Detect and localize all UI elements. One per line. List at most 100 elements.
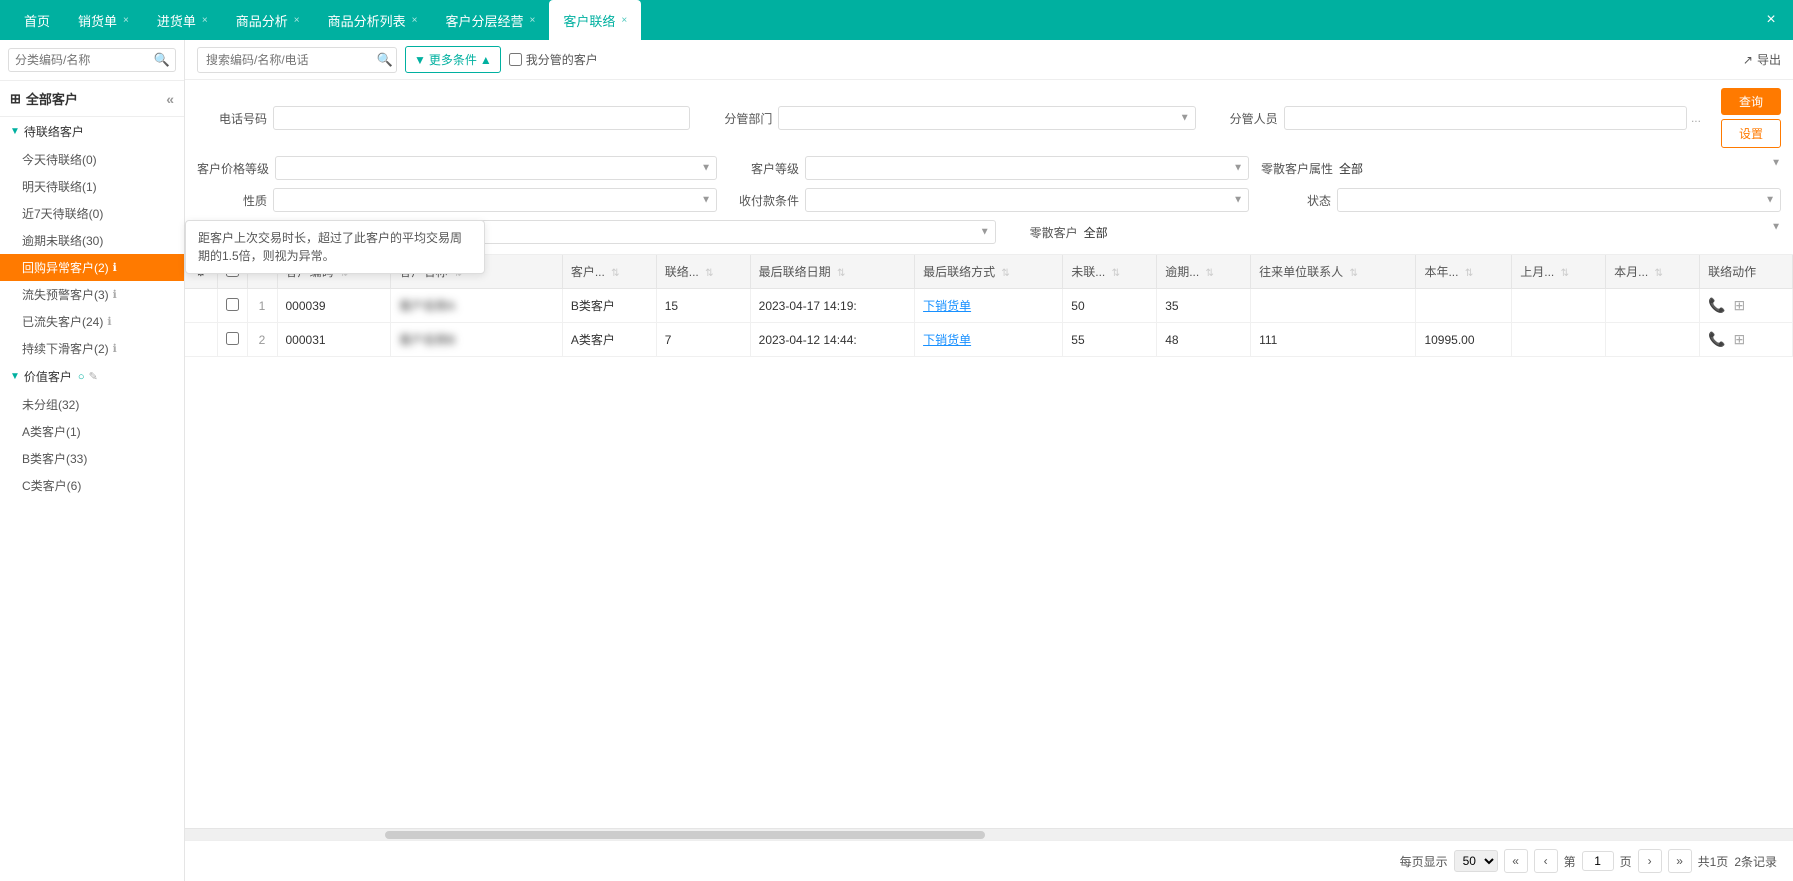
sidebar-item-declining[interactable]: 持续下滑客户(2) ℹ — [0, 335, 184, 362]
filter-nature-select[interactable] — [273, 188, 717, 212]
col-level[interactable]: 客户... ⇅ — [562, 255, 656, 289]
filter-more-btn[interactable]: ▼ 更多条件 ▲ — [405, 46, 501, 73]
row1-action-phone-icon[interactable]: 📞 — [1708, 297, 1725, 314]
filter-row-2: 客户价格等级 ▼ 客户等级 ▼ 零散客户属性 全部 — [197, 156, 1781, 180]
col-last-contact-method[interactable]: 最后联络方式 ⇅ — [915, 255, 1063, 289]
filter-cust-level-select[interactable] — [805, 156, 1249, 180]
sidebar-item-unclassified[interactable]: 未分组(32) — [0, 391, 184, 418]
col-last-contact-date[interactable]: 最后联络日期 ⇅ — [750, 255, 914, 289]
col-contact-sort: ⇅ — [705, 268, 713, 279]
window-close-button[interactable]: × — [1759, 8, 1783, 32]
filter-field-phone: 电话号码 — [197, 106, 690, 130]
page-unit: 页 — [1620, 853, 1632, 870]
sidebar-item-churned[interactable]: 已流失客户(24) ℹ — [0, 308, 184, 335]
filter-price-level-select[interactable] — [275, 156, 717, 180]
sidebar-item-c-class[interactable]: C类客户(6) — [0, 472, 184, 499]
row1-index: 1 — [247, 289, 277, 323]
col-uncontacted[interactable]: 未联... ⇅ — [1063, 255, 1157, 289]
tab-customer-layer-close[interactable]: × — [529, 15, 535, 26]
filter-search-input[interactable] — [197, 47, 397, 73]
sidebar-item-overdue[interactable]: 逾期未联络(30) — [0, 227, 184, 254]
export-button[interactable]: ↗ 导出 — [1743, 51, 1781, 68]
sidebar: 🔍 ⊞ 全部客户 « ▼ 待联络客户 今天待联络(0) 明天待联络(1) 近7天… — [0, 40, 185, 881]
col-this-year[interactable]: 本年... ⇅ — [1416, 255, 1512, 289]
row2-last-method[interactable]: 下销货单 — [915, 323, 1063, 357]
row2-method-link[interactable]: 下销货单 — [923, 333, 971, 347]
last-page-btn[interactable]: » — [1668, 849, 1692, 873]
tab-analysis-close[interactable]: × — [294, 15, 300, 26]
row1-select-checkbox[interactable] — [226, 298, 239, 311]
tooltip-box: 距客户上次交易时长，超过了此客户的平均交易周期的1.5倍，则视为异常。 — [185, 220, 485, 274]
horizontal-scrollbar-thumb[interactable] — [385, 831, 985, 839]
sidebar-item-today[interactable]: 今天待联络(0) — [0, 146, 184, 173]
row2-select-checkbox[interactable] — [226, 332, 239, 345]
prev-page-btn[interactable]: ‹ — [1534, 849, 1558, 873]
row2-settings — [185, 323, 217, 357]
filter-scatter-cust-arrow: ▼ — [1771, 221, 1781, 232]
settings-button[interactable]: 设置 — [1721, 119, 1781, 148]
page-label: 第 — [1564, 853, 1576, 870]
tab-analysis-list-close[interactable]: × — [412, 15, 418, 26]
row2-checkbox — [217, 323, 247, 357]
sidebar-item-repurchase-info-icon: ℹ — [113, 261, 117, 274]
col-last-month[interactable]: 上月... ⇅ — [1512, 255, 1606, 289]
row2-overdue: 48 — [1157, 323, 1251, 357]
sidebar-item-tomorrow[interactable]: 明天待联络(1) — [0, 173, 184, 200]
row1-method-link[interactable]: 下销货单 — [923, 299, 971, 313]
filter-status-select[interactable] — [1337, 188, 1781, 212]
row1-last-method[interactable]: 下销货单 — [915, 289, 1063, 323]
sidebar-value-edit-icon[interactable]: ✎ — [89, 370, 98, 383]
row1-unit-contact — [1251, 289, 1416, 323]
row2-action-phone-icon[interactable]: 📞 — [1708, 331, 1725, 348]
tab-sales-close[interactable]: × — [123, 15, 129, 26]
next-page-btn[interactable]: › — [1638, 849, 1662, 873]
tab-analysis-list[interactable]: 商品分析列表 × — [314, 0, 432, 40]
tab-sales[interactable]: 销货单 × — [64, 0, 143, 40]
filter-person-input[interactable] — [1284, 106, 1687, 130]
page-input[interactable] — [1582, 851, 1614, 871]
content-area: 🔍 ▼ 更多条件 ▲ 我分管的客户 ↗ 导出 电话号码 — [185, 40, 1793, 881]
sidebar-item-a-class[interactable]: A类客户(1) — [0, 418, 184, 445]
tab-purchase[interactable]: 进货单 × — [143, 0, 222, 40]
filter-dept-select[interactable] — [778, 106, 1195, 130]
sidebar-item-7days[interactable]: 近7天待联络(0) — [0, 200, 184, 227]
tab-customer-contact[interactable]: 客户联络 × — [549, 0, 641, 40]
sidebar-collapse-btn[interactable]: « — [166, 91, 174, 107]
filter-row-1: 电话号码 分管部门 ▼ 分管人员 ... — [197, 88, 1781, 148]
filter-payment-select[interactable] — [805, 188, 1249, 212]
per-page-select[interactable]: 50 — [1454, 850, 1498, 872]
tab-home[interactable]: 首页 — [10, 0, 64, 40]
sidebar-item-churn-warning[interactable]: 流失预警客户(3) ℹ — [0, 281, 184, 308]
tab-analysis[interactable]: 商品分析 × — [222, 0, 314, 40]
row1-level: B类客户 — [562, 289, 656, 323]
query-button[interactable]: 查询 — [1721, 88, 1781, 115]
first-page-btn[interactable]: « — [1504, 849, 1528, 873]
sidebar-search-input[interactable] — [8, 48, 176, 72]
tab-customer-contact-close[interactable]: × — [621, 15, 627, 26]
row2-name-blurred: 客户名称B — [399, 333, 455, 347]
row2-action-more-icon[interactable]: ⊞ — [1734, 331, 1746, 348]
row2-code: 000031 — [277, 323, 391, 357]
row1-action-more-icon[interactable]: ⊞ — [1734, 297, 1746, 314]
sidebar-item-b-class[interactable]: B类客户(33) — [0, 445, 184, 472]
filter-phone-input[interactable] — [273, 106, 690, 130]
horizontal-scrollbar[interactable] — [185, 828, 1793, 840]
sidebar-item-repurchase-anomaly[interactable]: 回购异常客户(2) ℹ — [0, 254, 184, 281]
col-overdue[interactable]: 逾期... ⇅ — [1157, 255, 1251, 289]
sidebar-group-pending[interactable]: ▼ 待联络客户 — [0, 117, 184, 146]
pagination-bar: 每页显示 50 « ‹ 第 页 › » 共1页 2条记录 — [185, 840, 1793, 881]
tab-customer-layer[interactable]: 客户分层经营 × — [431, 0, 549, 40]
tab-purchase-close[interactable]: × — [202, 15, 208, 26]
filter-search-button[interactable]: 🔍 — [377, 52, 393, 68]
filter-person-ellipsis[interactable]: ... — [1691, 111, 1701, 125]
col-uncontacted-sort: ⇅ — [1112, 268, 1120, 279]
row2-last-month — [1512, 323, 1606, 357]
col-contact[interactable]: 联络... ⇅ — [656, 255, 750, 289]
col-level-sort: ⇅ — [611, 268, 619, 279]
col-this-month[interactable]: 本月... ⇅ — [1606, 255, 1700, 289]
col-unit-contact[interactable]: 往来单位联系人 ⇅ — [1251, 255, 1416, 289]
sidebar-grid-icon: ⊞ — [10, 91, 21, 107]
sidebar-group-value[interactable]: ▼ 价值客户 ○ ✎ — [0, 362, 184, 391]
my-customers-checkbox[interactable] — [509, 53, 522, 66]
col-this-year-sort: ⇅ — [1465, 268, 1473, 279]
